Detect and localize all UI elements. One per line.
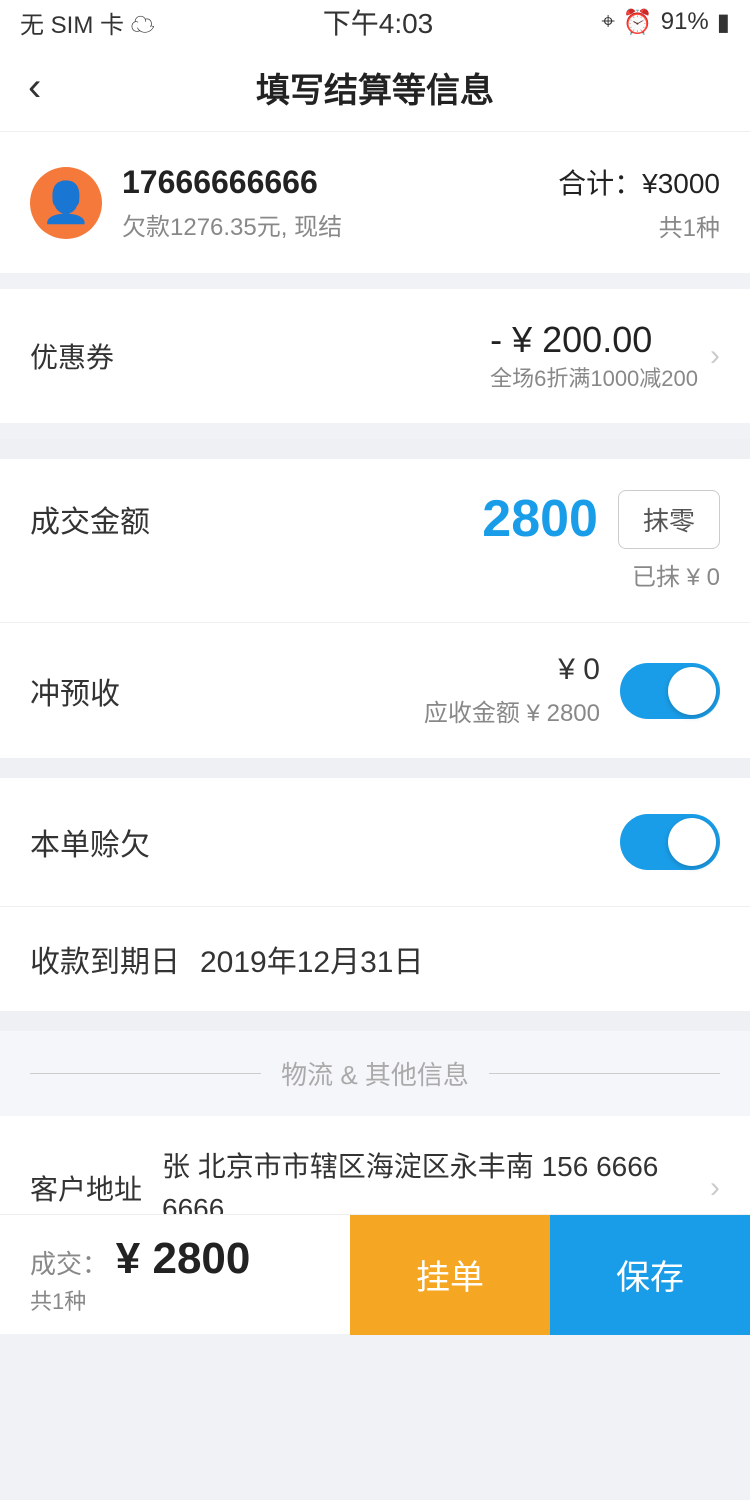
coupon-label: 优惠券 [30, 336, 114, 376]
customer-right: 合计：¥3000 共1种 [558, 162, 720, 243]
footer-left: 成交： ¥ 2800 共1种 [0, 1234, 350, 1316]
battery-icon: ▮ [717, 8, 730, 37]
coupon-right: - ¥ 200.00 全场6折满1000减200 › [490, 319, 720, 393]
divider-1 [0, 439, 750, 459]
amount-section: 成交金额 2800 抹零 已抹 ¥ 0 [0, 459, 750, 622]
coupon-chevron-icon: › [710, 339, 720, 373]
back-button[interactable]: ‹ [28, 65, 41, 110]
amount-right: 2800 抹零 [482, 489, 720, 549]
prepay-value-block: ¥ 0 应收金额 ¥ 2800 [424, 653, 600, 728]
customer-card: 👤 17666666666 欠款1276.35元, 现结 合计：¥3000 共1… [0, 132, 750, 273]
status-time: 下午4:03 [323, 2, 434, 42]
customer-debt: 欠款1276.35元, 现结 [122, 207, 342, 242]
save-button[interactable]: 保存 [550, 1215, 750, 1335]
coupon-discount: - ¥ 200.00 [490, 319, 698, 361]
coupon-desc: 全场6折满1000减200 [490, 361, 698, 393]
page-title: 填写结算等信息 [256, 63, 494, 112]
prepay-value: ¥ 0 [424, 653, 600, 687]
address-chevron-icon: › [710, 1171, 720, 1205]
customer-info: 17666666666 欠款1276.35元, 现结 [122, 164, 342, 242]
logistics-section: 物流 & 其他信息 [0, 1031, 750, 1116]
divider-3 [0, 1011, 750, 1031]
footer: 成交： ¥ 2800 共1种 挂单 保存 [0, 1214, 750, 1334]
customer-total: 合计：¥3000 [558, 162, 720, 202]
divider-2 [0, 758, 750, 778]
amount-value: 2800 [482, 489, 598, 549]
duedate-row: 收款到期日 2019年12月31日 [30, 937, 720, 981]
duedate-value: 2019年12月31日 [200, 937, 423, 981]
prepay-right: ¥ 0 应收金额 ¥ 2800 [424, 653, 720, 728]
amount-sub: 已抹 ¥ 0 [30, 557, 720, 592]
logistics-line-right [489, 1073, 720, 1074]
prepay-sub: 应收金额 ¥ 2800 [424, 693, 600, 728]
sim-indicator: 无 SIM 卡 ☁ [20, 5, 155, 40]
footer-transaction-label: 成交： [30, 1249, 108, 1279]
location-icon: ⌖ [601, 8, 615, 36]
logistics-text: 物流 & 其他信息 [281, 1055, 469, 1092]
prepay-label: 冲预收 [30, 669, 120, 713]
nav-bar: ‹ 填写结算等信息 [0, 44, 750, 132]
customer-left: 👤 17666666666 欠款1276.35元, 现结 [30, 164, 342, 242]
status-bar: 无 SIM 卡 ☁ 下午4:03 ⌖ ⏰ 91% ▮ [0, 0, 750, 44]
prepay-toggle[interactable] [620, 663, 720, 719]
credit-toggle[interactable] [620, 814, 720, 870]
avatar-icon: 👤 [41, 179, 91, 226]
hold-button[interactable]: 挂单 [350, 1215, 550, 1335]
credit-toggle-knob [668, 818, 716, 866]
amount-label: 成交金额 [30, 497, 150, 541]
round-button[interactable]: 抹零 [618, 490, 720, 549]
status-right: ⌖ ⏰ 91% ▮ [601, 8, 730, 37]
prepay-section: 冲预收 ¥ 0 应收金额 ¥ 2800 [0, 622, 750, 758]
status-left: 无 SIM 卡 ☁ [20, 5, 155, 40]
avatar: 👤 [30, 167, 102, 239]
coupon-row[interactable]: 优惠券 - ¥ 200.00 全场6折满1000减200 › [0, 289, 750, 423]
customer-phone: 17666666666 [122, 164, 342, 201]
amount-row: 成交金额 2800 抹零 [30, 489, 720, 549]
alarm-icon: ⏰ [623, 8, 653, 37]
address-label: 客户地址 [30, 1168, 142, 1208]
logistics-line-left [30, 1073, 261, 1074]
footer-count: 共1种 [30, 1284, 320, 1316]
credit-section: 本单赊欠 [0, 778, 750, 906]
battery-text: 91% [661, 8, 709, 36]
duedate-section: 收款到期日 2019年12月31日 [0, 906, 750, 1011]
customer-count: 共1种 [558, 208, 720, 243]
credit-label: 本单赊欠 [30, 820, 150, 864]
toggle-knob [668, 667, 716, 715]
duedate-label: 收款到期日 [30, 937, 180, 981]
footer-transaction-value: ¥ 2800 [116, 1234, 251, 1283]
prepay-row: 冲预收 ¥ 0 应收金额 ¥ 2800 [30, 653, 720, 728]
